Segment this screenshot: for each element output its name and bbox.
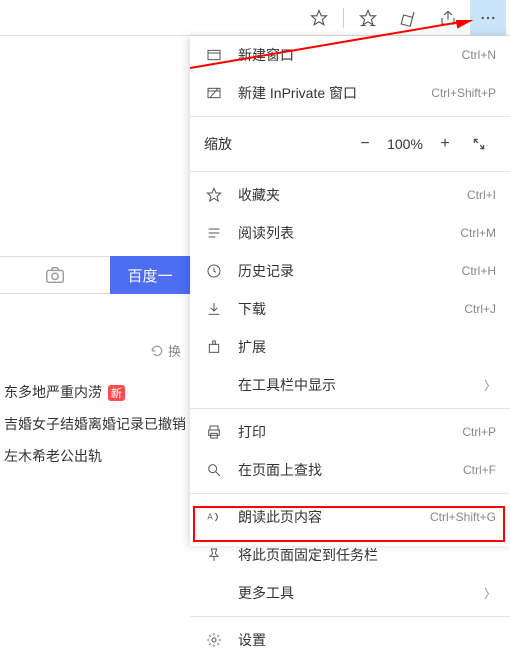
menu-separator [190,493,510,494]
browser-toolbar [0,0,510,36]
menu-shortcut: Ctrl+N [462,48,496,62]
menu-read-aloud[interactable]: A 朗读此页内容 Ctrl+Shift+G [190,498,510,536]
window-icon [204,47,224,63]
news-text: 吉婚女子结婚离婚记录已撤销 [4,416,186,432]
news-text: 左木希老公出轨 [4,448,102,464]
menu-find[interactable]: 在页面上查找 Ctrl+F [190,451,510,489]
share-icon[interactable] [430,0,466,36]
menu-shortcut: Ctrl+F [463,463,496,477]
menu-label: 打印 [238,422,462,442]
zoom-value: 100% [382,136,428,152]
menu-separator [190,616,510,617]
menu-downloads[interactable]: 下载 Ctrl+J [190,290,510,328]
pin-icon [204,547,224,563]
menu-label: 在工具栏中显示 [238,375,484,395]
menu-new-window[interactable]: 新建窗口 Ctrl+N [190,36,510,74]
fullscreen-icon [472,137,486,151]
camera-icon [44,264,66,286]
chevron-right-icon: 〉 [484,585,496,602]
menu-shortcut: Ctrl+Shift+G [430,510,496,524]
menu-shortcut: Ctrl+M [460,226,496,240]
browser-menu: 新建窗口 Ctrl+N 新建 InPrivate 窗口 Ctrl+Shift+P… [190,36,510,546]
page-background: 百度一 换 东多地严重内涝 新 吉婚女子结婚离婚记录已撤销 左木希老公出轨 [0,36,190,546]
zoom-label: 缩放 [204,134,348,154]
menu-reading-list[interactable]: 阅读列表 Ctrl+M [190,214,510,252]
menu-label: 扩展 [238,337,496,357]
camera-button[interactable] [0,256,110,294]
menu-print[interactable]: 打印 Ctrl+P [190,413,510,451]
search-button-label: 百度一 [127,265,172,286]
extensions-icon [204,339,224,355]
svg-text:A: A [207,513,213,522]
menu-separator [190,116,510,117]
toolbar-divider [343,8,344,28]
download-icon [204,301,224,317]
reading-list-icon [204,225,224,241]
menu-label: 更多工具 [238,583,484,603]
zoom-in-button[interactable]: + [428,135,462,153]
menu-pin-taskbar[interactable]: 将此页面固定到任务栏 [190,536,510,574]
menu-new-inprivate[interactable]: 新建 InPrivate 窗口 Ctrl+Shift+P [190,74,510,112]
menu-shortcut: Ctrl+J [464,302,496,316]
refresh-label: 换 [168,341,181,360]
menu-label: 朗读此页内容 [238,507,430,527]
history-icon [204,263,224,279]
news-list: 东多地严重内涝 新 吉婚女子结婚离婚记录已撤销 左木希老公出轨 [0,376,190,472]
menu-extensions[interactable]: 扩展 [190,328,510,366]
search-button[interactable]: 百度一 [110,256,190,294]
menu-favorites[interactable]: 收藏夹 Ctrl+I [190,176,510,214]
print-icon [204,424,224,440]
search-icon [204,462,224,478]
star-icon [204,187,224,203]
search-bar: 百度一 [0,256,190,294]
refresh-icon [150,344,164,358]
menu-separator [190,171,510,172]
badge-new: 新 [108,385,125,401]
menu-show-in-toolbar[interactable]: . 在工具栏中显示 〉 [190,366,510,404]
menu-zoom: 缩放 − 100% + [190,121,510,167]
news-item[interactable]: 东多地严重内涝 新 [0,376,190,408]
news-item[interactable]: 吉婚女子结婚离婚记录已撤销 [0,408,190,440]
zoom-out-button[interactable]: − [348,135,382,153]
menu-shortcut: Ctrl+I [467,188,496,202]
menu-label: 新建 InPrivate 窗口 [238,83,431,103]
notes-icon[interactable] [390,0,426,36]
gear-icon [204,632,224,648]
menu-label: 收藏夹 [238,185,467,205]
refresh-news[interactable]: 换 [150,341,181,360]
more-icon[interactable] [470,0,506,36]
inprivate-icon [204,85,224,101]
news-item[interactable]: 左木希老公出轨 [0,440,190,472]
menu-label: 设置 [238,630,496,650]
menu-label: 在页面上查找 [238,460,463,480]
menu-settings[interactable]: 设置 [190,621,510,659]
star-outline-icon[interactable] [301,0,337,36]
menu-shortcut: Ctrl+P [462,425,496,439]
menu-more-tools[interactable]: . 更多工具 〉 [190,574,510,612]
read-aloud-icon: A [204,509,224,525]
menu-label: 历史记录 [238,261,462,281]
fullscreen-button[interactable] [462,137,496,151]
favorites-icon[interactable] [350,0,386,36]
menu-label: 下载 [238,299,464,319]
menu-history[interactable]: 历史记录 Ctrl+H [190,252,510,290]
menu-separator [190,408,510,409]
menu-shortcut: Ctrl+Shift+P [431,86,496,100]
menu-label: 将此页面固定到任务栏 [238,545,496,565]
news-text: 东多地严重内涝 [4,384,102,400]
chevron-right-icon: 〉 [484,377,496,394]
menu-label: 新建窗口 [238,45,462,65]
menu-label: 阅读列表 [238,223,460,243]
menu-shortcut: Ctrl+H [462,264,496,278]
